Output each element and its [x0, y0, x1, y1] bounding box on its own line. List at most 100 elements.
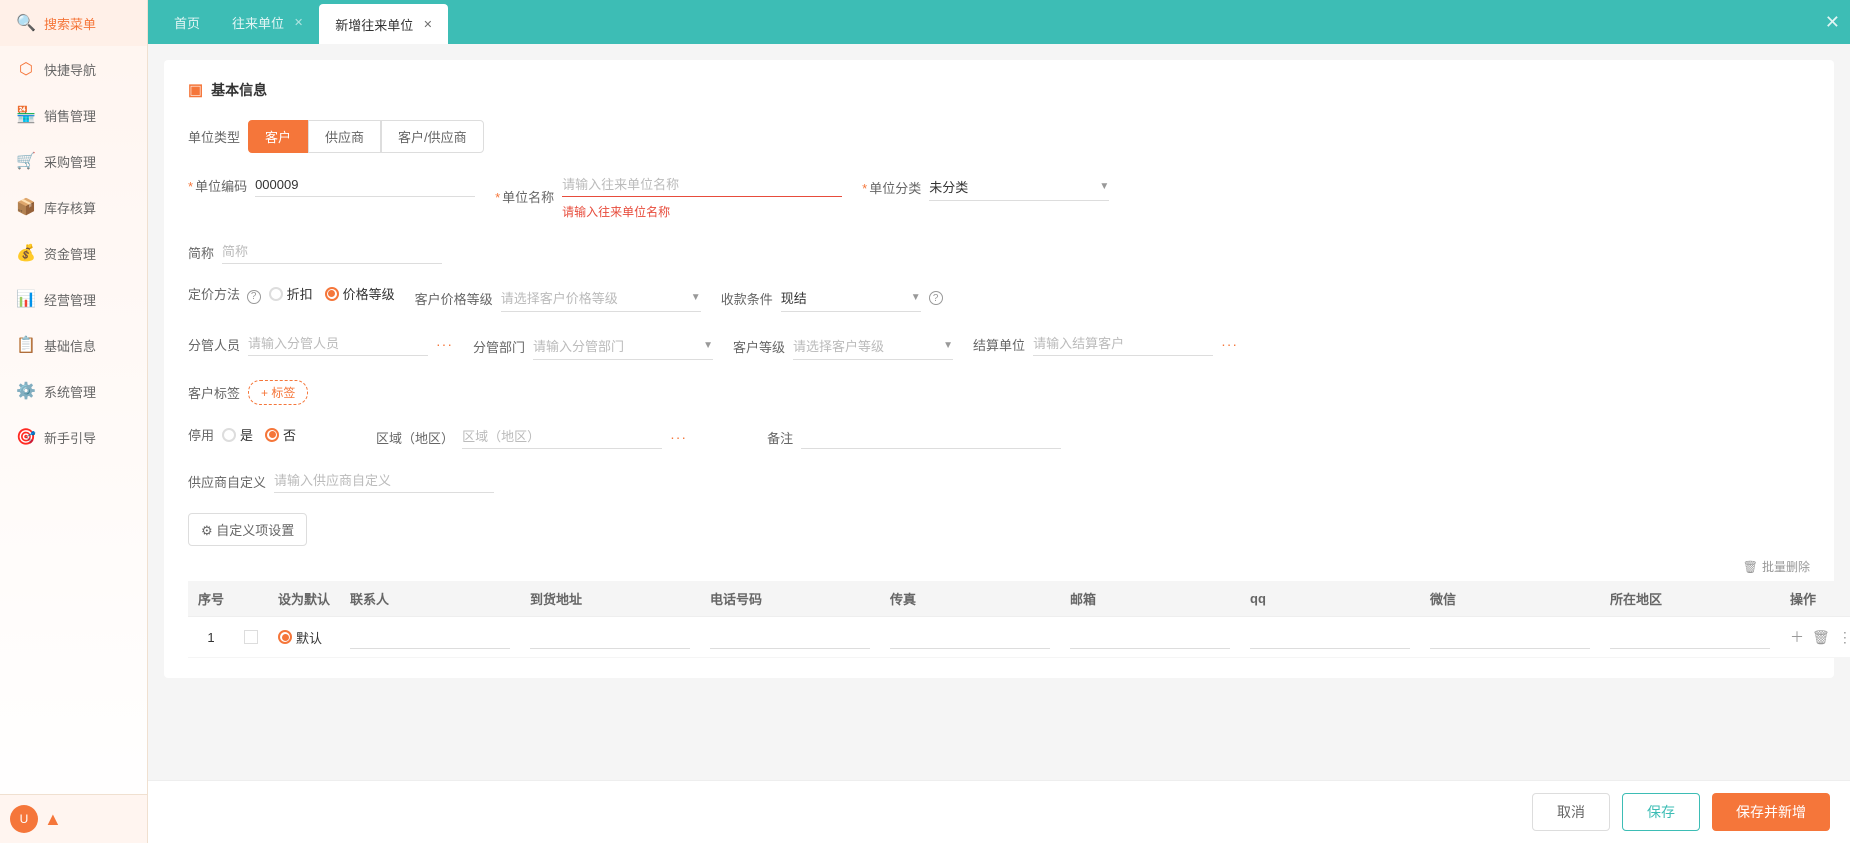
- short-name-input[interactable]: [222, 240, 442, 264]
- row-fax: [880, 617, 1060, 658]
- col-phone: 电话号码: [700, 581, 880, 617]
- disabled-radio: 是 否: [222, 425, 296, 444]
- sidebar-item-finance[interactable]: 💰 资金管理: [0, 230, 147, 276]
- sidebar-item-guide[interactable]: 🎯 新手引导: [0, 414, 147, 460]
- customer-level-select[interactable]: 请选择客户等级 ▼: [793, 332, 953, 360]
- row-email: [1060, 617, 1240, 658]
- sidebar-item-sales[interactable]: 🏪 销售管理: [0, 92, 147, 138]
- sidebar-item-operations[interactable]: 📊 经营管理: [0, 276, 147, 322]
- region-more-icon[interactable]: ···: [670, 429, 687, 445]
- tab-bar: 首页 往来单位 ✕ 新增往来单位 ✕ ✕: [148, 0, 1850, 44]
- sidebar-item-search[interactable]: 🔍 搜索菜单: [0, 0, 147, 46]
- pricing-row: 定价方法 ? 折扣 价格等级 客户: [188, 284, 1810, 312]
- row-qq-input[interactable]: [1250, 625, 1410, 649]
- customer-price-level-label: 客户价格等级: [415, 289, 493, 308]
- sidebar-item-inventory-label: 库存核算: [44, 198, 96, 217]
- unit-btn-both[interactable]: 客户/供应商: [381, 120, 484, 153]
- row-fax-input[interactable]: [890, 625, 1050, 649]
- unit-type-row: 单位类型 客户 供应商 客户/供应商: [188, 120, 1810, 153]
- remark-field: 备注: [767, 425, 1061, 449]
- payment-terms-select[interactable]: 现结 ▼: [781, 284, 921, 312]
- add-tag-button[interactable]: + 标签: [248, 380, 308, 405]
- sidebar-item-system[interactable]: ⚙️ 系统管理: [0, 368, 147, 414]
- row-address: [520, 617, 700, 658]
- radio-price-level[interactable]: 价格等级: [325, 284, 395, 303]
- tab-partner-label: 往来单位: [232, 13, 284, 32]
- unit-btn-customer[interactable]: 客户: [248, 120, 308, 153]
- quicknav-icon: ⬡: [16, 59, 36, 79]
- tab-new-partner-close[interactable]: ✕: [423, 18, 432, 31]
- pricing-help-icon[interactable]: ?: [247, 290, 261, 304]
- row-email-input[interactable]: [1070, 625, 1230, 649]
- row-phone-input[interactable]: [710, 625, 870, 649]
- customer-price-level-select[interactable]: 请选择客户价格等级 ▼: [501, 284, 701, 312]
- sidebar-item-basic[interactable]: 📋 基础信息: [0, 322, 147, 368]
- radio-disabled-no[interactable]: 否: [265, 425, 296, 444]
- unit-name-group: 请输入往来单位名称: [562, 173, 842, 220]
- tab-bar-close-all[interactable]: ✕: [1825, 12, 1840, 33]
- tab-partner-close[interactable]: ✕: [294, 16, 303, 29]
- settlement-unit-more-icon[interactable]: ···: [1221, 336, 1238, 352]
- row-scroll-button[interactable]: ⋮: [1838, 629, 1850, 646]
- tab-new-partner[interactable]: 新增往来单位 ✕: [319, 4, 448, 44]
- row-wechat-input[interactable]: [1430, 625, 1590, 649]
- sidebar-item-purchase-label: 采购管理: [44, 152, 96, 171]
- tab-home-label: 首页: [174, 13, 200, 32]
- payment-help-icon[interactable]: ?: [929, 291, 943, 305]
- radio-discount[interactable]: 折扣: [269, 284, 313, 303]
- supplier-custom-input[interactable]: [274, 469, 494, 493]
- save-button[interactable]: 保存: [1622, 793, 1700, 831]
- unit-name-input[interactable]: [562, 173, 842, 197]
- radio-disabled-yes-circle: [222, 428, 236, 442]
- payment-terms-label: 收款条件: [721, 289, 773, 308]
- supervisor-dept-value: 请输入分管部门: [533, 336, 699, 355]
- sidebar: 🔍 搜索菜单 ⬡ 快捷导航 🏪 销售管理 🛒 采购管理 📦 库存核算 💰 资金管…: [0, 0, 148, 843]
- unit-name-error: 请输入往来单位名称: [562, 203, 842, 220]
- row-location-input[interactable]: [1610, 625, 1770, 649]
- pricing-method-field: 定价方法 ? 折扣 价格等级: [188, 284, 395, 304]
- save-add-button[interactable]: 保存并新增: [1712, 793, 1830, 831]
- settlement-unit-input[interactable]: [1033, 332, 1213, 356]
- radio-discount-circle: [269, 287, 283, 301]
- supervisor-more-icon[interactable]: ···: [436, 336, 453, 352]
- payment-terms-value: 现结: [781, 288, 907, 307]
- supervisor-input[interactable]: [248, 332, 428, 356]
- batch-delete-label: 批量删除: [1762, 558, 1810, 575]
- section-title-icon: ▣: [188, 80, 203, 100]
- unit-code-input[interactable]: [255, 173, 475, 197]
- basic-icon: 📋: [16, 335, 36, 355]
- radio-disabled-yes[interactable]: 是: [222, 425, 253, 444]
- cancel-button[interactable]: 取消: [1532, 793, 1610, 831]
- sidebar-item-inventory[interactable]: 📦 库存核算: [0, 184, 147, 230]
- custom-setting-button[interactable]: ⚙ 自定义项设置: [188, 513, 307, 546]
- unit-category-select[interactable]: 未分类 ▼: [929, 173, 1109, 201]
- row-default-cell: 默认: [268, 617, 340, 658]
- row-default-circle: [278, 630, 292, 644]
- row-default-radio[interactable]: 默认: [278, 628, 330, 647]
- row-address-input[interactable]: [530, 625, 690, 649]
- sidebar-item-purchase[interactable]: 🛒 采购管理: [0, 138, 147, 184]
- customer-level-arrow: ▼: [943, 340, 953, 351]
- tab-partner[interactable]: 往来单位 ✕: [216, 0, 319, 44]
- row-delete-button[interactable]: 🗑: [1812, 629, 1830, 646]
- payment-terms-arrow: ▼: [911, 292, 921, 303]
- row-checkbox[interactable]: [244, 630, 258, 644]
- region-field: 区域（地区） ···: [376, 425, 687, 449]
- row-contact-input[interactable]: [350, 625, 510, 649]
- tab-home[interactable]: 首页: [158, 0, 216, 44]
- sales-icon: 🏪: [16, 105, 36, 125]
- sidebar-item-finance-label: 资金管理: [44, 244, 96, 263]
- sidebar-item-operations-label: 经营管理: [44, 290, 96, 309]
- system-icon: ⚙️: [16, 381, 36, 401]
- purchase-icon: 🛒: [16, 151, 36, 171]
- row-default-label: 默认: [296, 628, 322, 647]
- sidebar-item-quicknav[interactable]: ⬡ 快捷导航: [0, 46, 147, 92]
- unit-btn-supplier[interactable]: 供应商: [308, 120, 381, 153]
- batch-delete-button[interactable]: 🗑 批量删除: [1743, 558, 1810, 575]
- customer-tag-label: 客户标签: [188, 383, 240, 402]
- supervisor-dept-select[interactable]: 请输入分管部门 ▼: [533, 332, 713, 360]
- remark-input[interactable]: [801, 425, 1061, 449]
- unit-type-group: 客户 供应商 客户/供应商: [248, 120, 484, 153]
- row-add-button[interactable]: ＋: [1790, 627, 1804, 647]
- region-input[interactable]: [462, 425, 662, 449]
